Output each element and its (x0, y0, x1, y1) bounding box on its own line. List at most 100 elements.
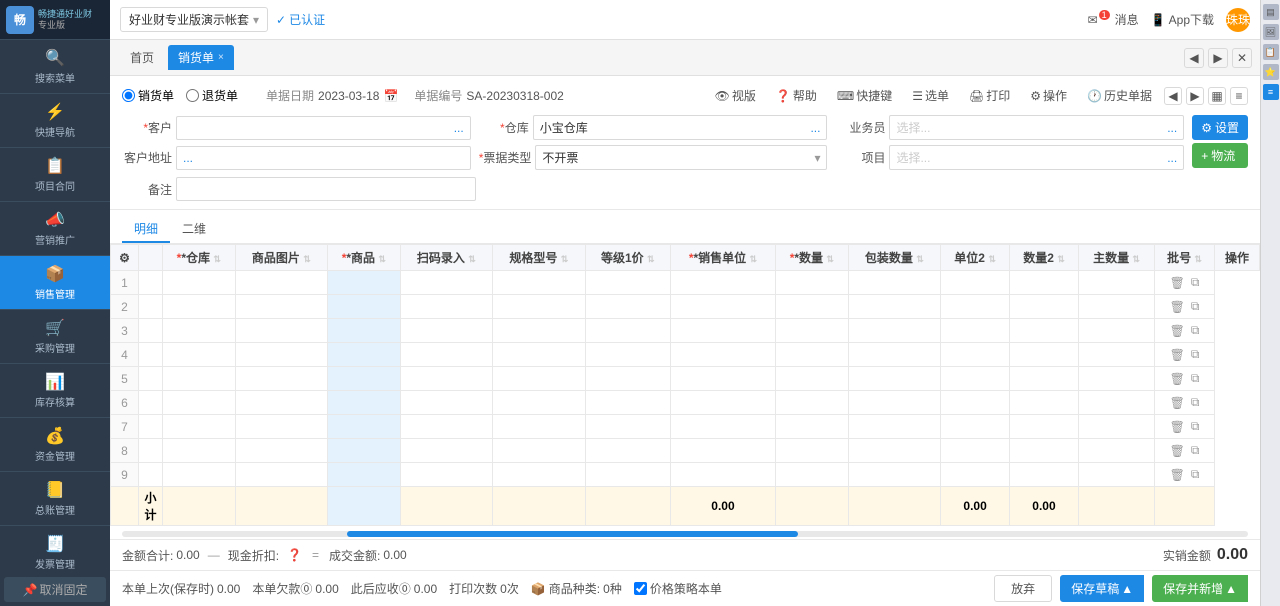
abandon-button[interactable]: 放弃 (994, 575, 1052, 602)
calendar-icon[interactable]: 📅 (383, 89, 398, 103)
warehouse-input[interactable]: 小宝仓库 ... (533, 115, 828, 140)
price-policy-checkbox[interactable] (634, 582, 647, 595)
view-button[interactable]: 👁 视版 (707, 84, 764, 107)
print-button[interactable]: 🖨 打印 (961, 84, 1018, 107)
cell-qty[interactable] (670, 271, 775, 295)
delete-row-button[interactable]: 🗑 (1168, 346, 1187, 363)
customer-input[interactable]: ... (176, 116, 471, 140)
rp-icon-2[interactable]: 🖼 (1263, 24, 1279, 40)
project-input[interactable]: 选择... ... (889, 145, 1184, 170)
th-unit2[interactable]: 单位2 ⇅ (941, 245, 1010, 271)
return-order-radio[interactable]: 退货单 (186, 87, 238, 104)
sidebar-item-search[interactable]: 🔍 搜索菜单 (0, 40, 110, 94)
delete-row-button[interactable]: 🗑 (1168, 394, 1187, 411)
tab-close-button[interactable]: ✕ (1232, 48, 1252, 68)
sidebar-item-accounts[interactable]: 📒 总账管理 (0, 472, 110, 526)
sidebar-item-quick-nav[interactable]: ⚡ 快捷导航 (0, 94, 110, 148)
ops-button[interactable]: ⚙ 操作 (1022, 84, 1075, 107)
staff-input[interactable]: 选择... ... (889, 115, 1184, 140)
cell-pack-qty[interactable] (776, 271, 849, 295)
copy-row-button[interactable]: ⧉ (1189, 466, 1202, 483)
setup-button[interactable]: ⚙ 设置 (1192, 115, 1248, 140)
copy-row-button[interactable]: ⧉ (1189, 370, 1202, 387)
horizontal-scrollbar[interactable] (122, 531, 1248, 537)
delete-row-button[interactable]: 🗑 (1168, 322, 1187, 339)
sidebar-item-sales[interactable]: 📦 销售管理 (0, 256, 110, 310)
th-warehouse[interactable]: **仓库 ⇅ (163, 245, 236, 271)
th-settings[interactable]: ⚙ (111, 245, 139, 271)
select-order-button[interactable]: ☰ 选单 (904, 84, 957, 107)
sales-order-radio[interactable]: 销货单 (122, 87, 174, 104)
tab-prev-button[interactable]: ◀ (1184, 48, 1204, 68)
logistics-button[interactable]: + 物流 (1192, 143, 1248, 168)
delete-row-button[interactable]: 🗑 (1168, 442, 1187, 459)
company-selector[interactable]: 好业财专业版演示帐套 ▾ (120, 7, 268, 32)
rp-icon-3[interactable]: 📋 (1263, 44, 1279, 60)
grid-view-button[interactable]: ▦ (1208, 87, 1226, 105)
app-download-button[interactable]: 📱 App下载 (1151, 11, 1214, 28)
copy-row-button[interactable]: ⧉ (1189, 442, 1202, 459)
tab-detail[interactable]: 明细 (122, 216, 170, 243)
remark-input[interactable] (176, 177, 476, 201)
message-button[interactable]: ✉ 1 消息 (1088, 11, 1139, 28)
th-main-qty[interactable]: 主数量 ⇅ (1078, 245, 1154, 271)
copy-row-button[interactable]: ⧉ (1189, 298, 1202, 315)
cell-batch[interactable] (1078, 271, 1154, 295)
copy-row-button[interactable]: ⧉ (1189, 394, 1202, 411)
save-draft-button[interactable]: 保存草稿 ▲ (1060, 575, 1144, 602)
cell-product-img[interactable] (163, 271, 236, 295)
th-product[interactable]: **商品 ⇅ (328, 245, 401, 271)
th-sales-unit[interactable]: **销售单位 ⇅ (670, 245, 775, 271)
scrollbar-thumb[interactable] (347, 531, 797, 537)
th-batch-import[interactable]: 扫码录入 ⇅ (400, 245, 493, 271)
invoice-select[interactable]: 不开票 ▾ (535, 145, 827, 170)
unfix-button[interactable]: 📌 取消固定 (4, 577, 106, 602)
tab-home[interactable]: 首页 (118, 45, 166, 70)
sidebar-item-marketing[interactable]: 📣 营销推广 (0, 202, 110, 256)
delete-row-button[interactable]: 🗑 (1168, 370, 1187, 387)
delete-row-button[interactable]: 🗑 (1168, 418, 1187, 435)
delete-row-button[interactable]: 🗑 (1168, 466, 1187, 483)
th-product-img[interactable]: 商品图片 ⇅ (235, 245, 328, 271)
cell-price-level[interactable] (493, 271, 586, 295)
delete-row-button[interactable]: 🗑 (1168, 274, 1187, 291)
th-spec[interactable]: 规格型号 ⇅ (493, 245, 586, 271)
copy-row-button[interactable]: ⧉ (1189, 274, 1202, 291)
rp-icon-4[interactable]: ⭐ (1263, 64, 1279, 80)
cell-main-qty[interactable] (1010, 271, 1079, 295)
avatar[interactable]: 珠珠 (1226, 8, 1250, 32)
cell-warehouse[interactable] (139, 271, 163, 295)
history-button[interactable]: 🕐 历史单据 (1079, 84, 1160, 107)
cell-batch-import[interactable] (328, 271, 401, 295)
help-circle-icon[interactable]: ❓ (287, 548, 302, 562)
copy-row-button[interactable]: ⧉ (1189, 346, 1202, 363)
sidebar-item-inventory[interactable]: 📊 库存核算 (0, 364, 110, 418)
warehouse-dots[interactable]: ... (810, 121, 820, 135)
sidebar-item-invoices[interactable]: 🧾 发票管理 (0, 526, 110, 573)
close-icon[interactable]: × (218, 52, 224, 63)
cell-sales-unit[interactable] (585, 271, 670, 295)
th-pack-qty[interactable]: 包装数量 ⇅ (848, 245, 941, 271)
shortcut-button[interactable]: ⌨ 快捷键 (829, 84, 900, 107)
tab-sales-order[interactable]: 销货单 × (168, 45, 234, 70)
tab-next-button[interactable]: ▶ (1208, 48, 1228, 68)
th-qty2[interactable]: 数量2 ⇅ (1010, 245, 1079, 271)
save-new-button[interactable]: 保存并新增 ▲ (1152, 575, 1248, 602)
arrow-right-button[interactable]: ▶ (1186, 87, 1204, 105)
rp-icon-5-active[interactable]: ≡ (1263, 84, 1279, 100)
staff-dots[interactable]: ... (1167, 121, 1177, 135)
copy-row-button[interactable]: ⧉ (1189, 322, 1202, 339)
cell-qty2[interactable] (941, 271, 1010, 295)
cell-spec[interactable] (400, 271, 493, 295)
help-button[interactable]: ❓ 帮助 (768, 84, 825, 107)
sidebar-item-capital[interactable]: 💰 资金管理 (0, 418, 110, 472)
tab-two-dim[interactable]: 二维 (170, 216, 218, 243)
th-batch[interactable]: 批号 ⇅ (1155, 245, 1215, 271)
address-dots[interactable]: ... (183, 151, 193, 165)
sidebar-item-purchase[interactable]: 🛒 采购管理 (0, 310, 110, 364)
project-dots[interactable]: ... (1167, 151, 1177, 165)
customer-dots[interactable]: ... (454, 121, 464, 135)
list-view-button[interactable]: ≡ (1230, 87, 1248, 105)
th-price-level[interactable]: 等级1价 ⇅ (585, 245, 670, 271)
rp-icon-1[interactable]: ▤ (1263, 4, 1279, 20)
